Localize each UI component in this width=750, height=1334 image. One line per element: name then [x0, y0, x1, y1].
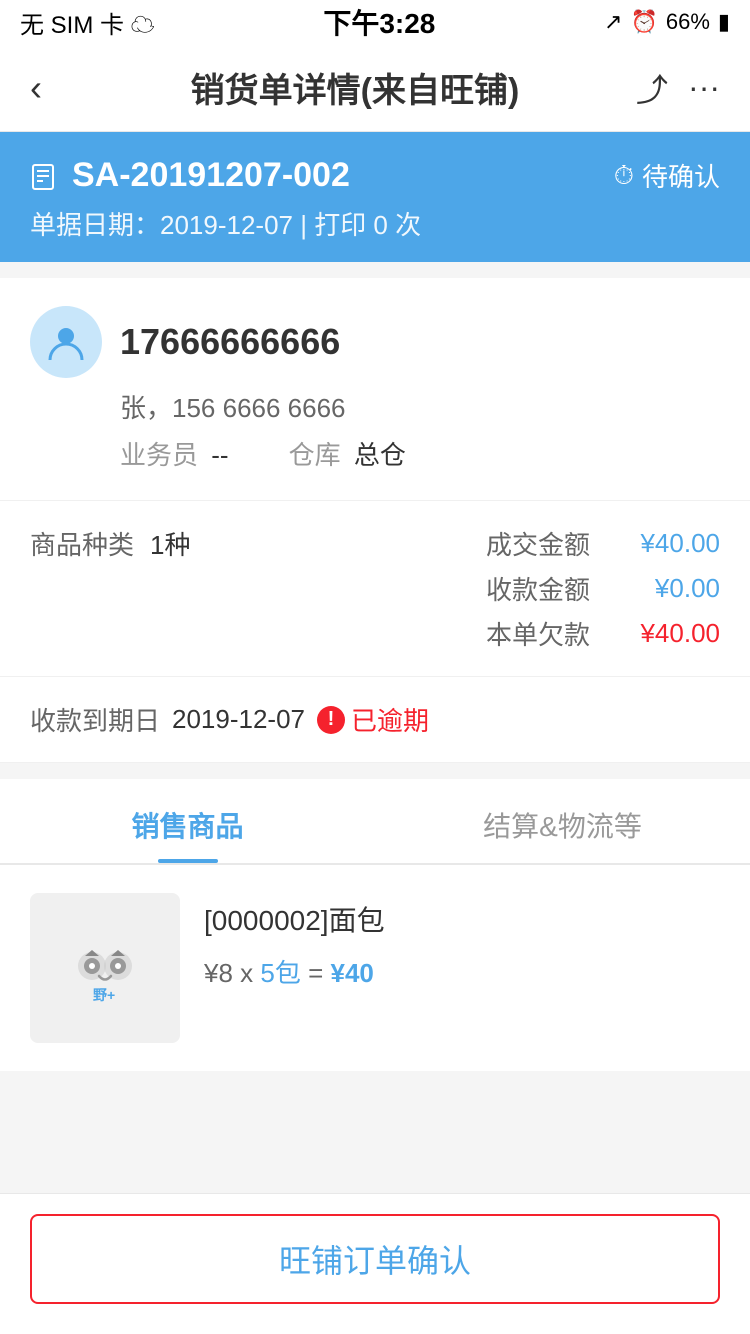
product-qty: 5包 — [260, 958, 300, 988]
received-amount-value: ¥0.00 — [610, 573, 720, 604]
product-item: 野+ [0000002]面包 ¥8 x 5包 = ¥40 — [30, 893, 720, 1043]
overdue-text: 已逾期 — [351, 701, 429, 738]
clock-icon: ⏱ — [614, 160, 634, 192]
product-equals: = — [301, 958, 331, 988]
avatar — [30, 306, 102, 378]
arrears-amount-row: 本单欠款 ¥40.00 — [486, 615, 720, 652]
salesperson-field: 业务员 -- — [120, 435, 229, 472]
category-label: 商品种类 — [30, 525, 134, 562]
order-id: SA-20191207-002 — [30, 156, 350, 195]
share-icon[interactable]: ⤴ — [636, 65, 668, 111]
order-icon — [30, 160, 62, 192]
separator-1 — [0, 262, 750, 278]
status-badge: ⏱ 待确认 — [614, 157, 720, 194]
received-amount-label: 收款金额 — [486, 570, 590, 607]
product-total: ¥40 — [330, 958, 373, 988]
customer-fields: 业务员 -- 仓库 总仓 — [120, 435, 720, 472]
received-amount-row: 收款金额 ¥0.00 — [486, 570, 720, 607]
battery-icon: ▮ — [718, 9, 730, 35]
customer-phone: 17666666666 — [120, 321, 340, 363]
product-thumbnail: 野+ — [30, 893, 180, 1043]
location-icon: ↗ — [604, 9, 622, 35]
customer-name: 张，156 6666 6666 — [120, 388, 720, 425]
tabs: 销售商品 结算&物流等 — [0, 779, 750, 865]
tab-settlement[interactable]: 结算&物流等 — [375, 779, 750, 863]
confirm-order-button[interactable]: 旺铺订单确认 — [30, 1214, 720, 1304]
bottom-bar: 旺铺订单确认 — [0, 1193, 750, 1334]
product-price-line: ¥8 x 5包 = ¥40 — [204, 953, 720, 990]
status-bar: 无 SIM 卡 ☁ 下午3:28 ↗ ⏰ 66% ▮ — [0, 0, 750, 44]
stats-amounts: 成交金额 ¥40.00 收款金额 ¥0.00 本单欠款 ¥40.00 — [486, 525, 720, 652]
warehouse-field: 仓库 总仓 — [289, 435, 406, 472]
product-info: [0000002]面包 ¥8 x 5包 = ¥40 — [204, 893, 720, 990]
header-card: SA-20191207-002 ⏱ 待确认 单据日期：2019-12-07 | … — [0, 132, 750, 262]
status-bar-time: 下午3:28 — [323, 2, 435, 42]
warehouse-value: 总仓 — [354, 440, 406, 470]
status-bar-right: ↗ ⏰ 66% ▮ — [604, 9, 730, 35]
overdue-icon: ! — [317, 706, 345, 734]
status-bar-left: 无 SIM 卡 ☁ — [20, 5, 155, 40]
product-name: [0000002]面包 — [204, 899, 720, 939]
due-date-section: 收款到期日 2019-12-07 ! 已逾期 — [0, 677, 750, 763]
deal-amount-value: ¥40.00 — [610, 528, 720, 559]
tab-sales-goods[interactable]: 销售商品 — [0, 779, 375, 863]
nav-actions: ⤴ ··· — [620, 65, 720, 111]
warehouse-label: 仓库 — [289, 440, 341, 470]
product-section: 野+ [0000002]面包 ¥8 x 5包 = ¥40 — [0, 865, 750, 1071]
back-button[interactable]: ‹ — [30, 67, 90, 109]
salesperson-label: 业务员 — [120, 440, 198, 470]
arrears-amount-label: 本单欠款 — [486, 615, 590, 652]
battery-level: 66% — [666, 9, 710, 35]
order-meta: 单据日期：2019-12-07 | 打印 0 次 — [30, 205, 720, 242]
customer-section: 17666666666 张，156 6666 6666 业务员 -- 仓库 总仓 — [0, 278, 750, 501]
category-value: 1种 — [150, 525, 190, 562]
more-icon[interactable]: ··· — [688, 69, 720, 106]
page-title: 销货单详情(来自旺铺) — [90, 63, 620, 112]
stats-category: 商品种类 1种 — [30, 525, 486, 562]
salesperson-value: -- — [211, 440, 228, 470]
due-date-label: 收款到期日 — [30, 701, 160, 738]
alarm-icon: ⏰ — [630, 9, 657, 35]
product-unit-price: ¥8 x — [204, 958, 260, 988]
nav-bar: ‹ 销货单详情(来自旺铺) ⤴ ··· — [0, 44, 750, 132]
deal-amount-label: 成交金额 — [486, 525, 590, 562]
overdue-badge: ! 已逾期 — [317, 701, 429, 738]
due-date-value: 2019-12-07 — [172, 704, 305, 735]
deal-amount-row: 成交金额 ¥40.00 — [486, 525, 720, 562]
sim-signal: 无 SIM 卡 ☁ — [20, 5, 155, 40]
stats-section: 商品种类 1种 成交金额 ¥40.00 收款金额 ¥0.00 本单欠款 ¥40.… — [0, 501, 750, 677]
arrears-amount-value: ¥40.00 — [610, 618, 720, 649]
svg-text:野+: 野+ — [93, 987, 115, 1003]
